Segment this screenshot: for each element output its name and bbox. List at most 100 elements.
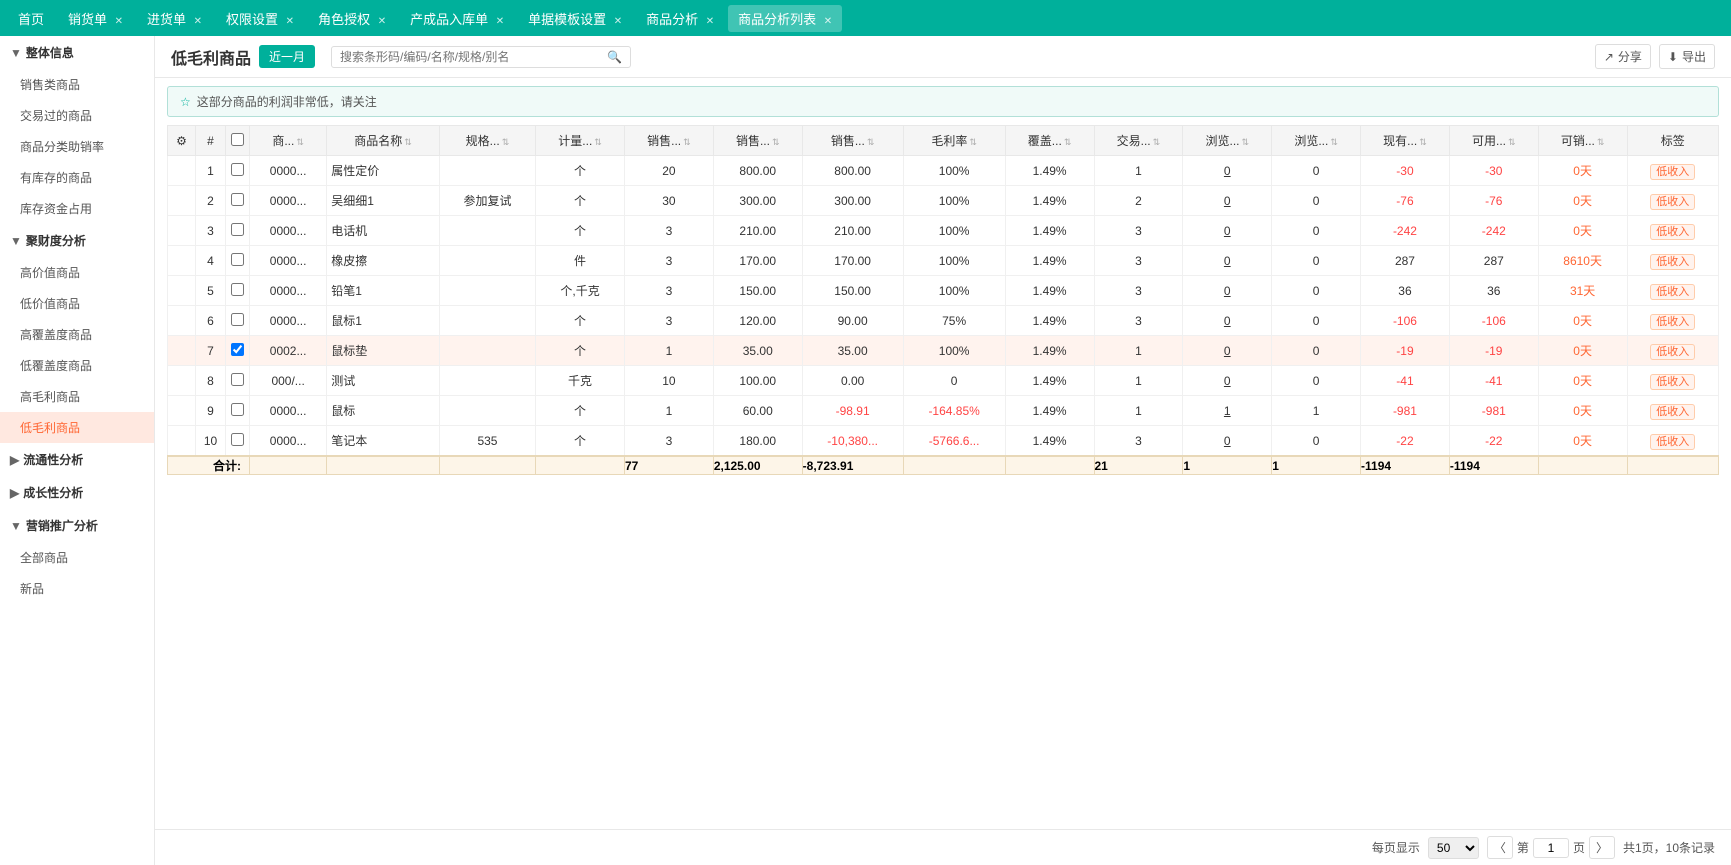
row-checkbox-7[interactable] xyxy=(231,373,244,386)
row-checkbox-5[interactable] xyxy=(231,313,244,326)
col-cover-rate[interactable]: 覆盖...⇅ xyxy=(1005,126,1094,156)
cell-browse1-2[interactable]: 0 xyxy=(1183,216,1272,246)
col-settings[interactable]: ⚙ xyxy=(168,126,196,156)
col-current-stock[interactable]: 现有...⇅ xyxy=(1361,126,1450,156)
row-checkbox-2[interactable] xyxy=(231,223,244,236)
col-check[interactable] xyxy=(226,126,250,156)
search-icon[interactable]: 🔍 xyxy=(607,50,622,64)
col-saleable[interactable]: 可销...⇅ xyxy=(1538,126,1627,156)
per-page-select[interactable]: 50 100 200 xyxy=(1428,837,1479,859)
row-checkbox-8[interactable] xyxy=(231,403,244,416)
col-trade[interactable]: 交易...⇅ xyxy=(1094,126,1183,156)
col-code[interactable]: 商...⇅ xyxy=(250,126,327,156)
table-container[interactable]: ⚙ # 商...⇅ 商品名称⇅ 规格...⇅ 计量...⇅ 销售...⇅ 销售.… xyxy=(167,125,1719,829)
sidebar-group-overview[interactable]: ▼ 整体信息 xyxy=(0,36,154,69)
nav-item-analysis[interactable]: 商品分析 ✕ xyxy=(636,5,724,32)
col-sales-qty[interactable]: 销售...⇅ xyxy=(624,126,713,156)
sidebar-item-low-coverage[interactable]: 低覆盖度商品 xyxy=(0,350,154,381)
prev-page-btn[interactable]: 〈 xyxy=(1487,836,1513,859)
nav-close-permissions[interactable]: ✕ xyxy=(286,16,294,27)
nav-item-purchase[interactable]: 进货单 ✕ xyxy=(137,5,212,32)
col-sales-amount[interactable]: 销售...⇅ xyxy=(802,126,903,156)
share-button[interactable]: ↗ 分享 xyxy=(1595,44,1651,69)
row-checkbox-6[interactable] xyxy=(231,343,244,356)
col-spec[interactable]: 规格...⇅ xyxy=(439,126,535,156)
nav-close-analysis-list[interactable]: ✕ xyxy=(824,16,832,27)
col-name[interactable]: 商品名称⇅ xyxy=(327,126,440,156)
sidebar-item-in-stock[interactable]: 有库存的商品 xyxy=(0,162,154,193)
nav-item-permissions[interactable]: 权限设置 ✕ xyxy=(216,5,304,32)
sidebar-group-growth[interactable]: ▶ 成长性分析 xyxy=(0,476,154,509)
sidebar-item-capital[interactable]: 库存资金占用 xyxy=(0,193,154,224)
nav-item-home[interactable]: 首页 xyxy=(8,5,54,32)
search-input[interactable] xyxy=(340,50,603,64)
nav-close-products[interactable]: ✕ xyxy=(496,16,504,27)
cell-settings-9 xyxy=(168,426,196,457)
arrow-circulation: ▶ xyxy=(10,453,19,467)
export-button[interactable]: ⬇ 导出 xyxy=(1659,44,1715,69)
cell-browse1-0[interactable]: 0 xyxy=(1183,156,1272,186)
cell-browse1-4[interactable]: 0 xyxy=(1183,276,1272,306)
cell-browse1-3[interactable]: 0 xyxy=(1183,246,1272,276)
sidebar-item-all-goods[interactable]: 全部商品 xyxy=(0,542,154,573)
sidebar-item-category-rate[interactable]: 商品分类助销率 xyxy=(0,131,154,162)
sidebar-item-traded-goods[interactable]: 交易过的商品 xyxy=(0,100,154,131)
cell-browse1-7[interactable]: 0 xyxy=(1183,366,1272,396)
date-filter-btn[interactable]: 近一月 xyxy=(259,45,315,68)
nav-item-roles[interactable]: 角色授权 ✕ xyxy=(308,5,396,32)
cell-check-4[interactable] xyxy=(226,276,250,306)
row-checkbox-3[interactable] xyxy=(231,253,244,266)
cell-check-1[interactable] xyxy=(226,186,250,216)
cell-check-3[interactable] xyxy=(226,246,250,276)
col-browse2[interactable]: 浏览...⇅ xyxy=(1272,126,1361,156)
row-checkbox-1[interactable] xyxy=(231,193,244,206)
col-available[interactable]: 可用...⇅ xyxy=(1449,126,1538,156)
cell-tag-6: 低收入 xyxy=(1627,336,1718,366)
cell-check-6[interactable] xyxy=(226,336,250,366)
sidebar-item-high-coverage[interactable]: 高覆盖度商品 xyxy=(0,319,154,350)
cell-browse1-8[interactable]: 1 xyxy=(1183,396,1272,426)
nav-item-templates[interactable]: 单据模板设置 ✕ xyxy=(518,5,632,32)
cell-tag-0: 低收入 xyxy=(1627,156,1718,186)
cell-browse1-1[interactable]: 0 xyxy=(1183,186,1272,216)
cell-check-2[interactable] xyxy=(226,216,250,246)
col-unit[interactable]: 计量...⇅ xyxy=(536,126,625,156)
page-input[interactable] xyxy=(1533,838,1569,858)
nav-item-products[interactable]: 产成品入库单 ✕ xyxy=(400,5,514,32)
nav-close-sales[interactable]: ✕ xyxy=(115,16,123,27)
cell-browse1-6[interactable]: 0 xyxy=(1183,336,1272,366)
select-all-checkbox[interactable] xyxy=(231,133,244,146)
nav-close-purchase[interactable]: ✕ xyxy=(194,16,202,27)
sidebar-group-wealth[interactable]: ▼ 聚财度分析 xyxy=(0,224,154,257)
cell-browse1-9[interactable]: 0 xyxy=(1183,426,1272,457)
cell-check-8[interactable] xyxy=(226,396,250,426)
col-gross-rate[interactable]: 毛利率⇅ xyxy=(903,126,1005,156)
sidebar-item-high-margin[interactable]: 高毛利商品 xyxy=(0,381,154,412)
sidebar-item-low-margin[interactable]: 低毛利商品 xyxy=(0,412,154,443)
sidebar-item-high-value[interactable]: 高价值商品 xyxy=(0,257,154,288)
cell-check-9[interactable] xyxy=(226,426,250,457)
nav-close-roles[interactable]: ✕ xyxy=(378,16,386,27)
nav-close-analysis[interactable]: ✕ xyxy=(706,16,714,27)
nav-close-templates[interactable]: ✕ xyxy=(614,16,622,27)
sidebar-item-new-goods[interactable]: 新品 xyxy=(0,573,154,604)
row-checkbox-9[interactable] xyxy=(231,433,244,446)
col-sales-price[interactable]: 销售...⇅ xyxy=(713,126,802,156)
col-browse1[interactable]: 浏览...⇅ xyxy=(1183,126,1272,156)
row-checkbox-0[interactable] xyxy=(231,163,244,176)
cell-check-0[interactable] xyxy=(226,156,250,186)
cell-check-5[interactable] xyxy=(226,306,250,336)
cell-sales-amount-2: 210.00 xyxy=(802,216,903,246)
nav-item-analysis-list[interactable]: 商品分析列表 ✕ xyxy=(728,5,842,32)
sidebar-item-low-value[interactable]: 低价值商品 xyxy=(0,288,154,319)
sidebar-group-marketing[interactable]: ▼ 营销推广分析 xyxy=(0,509,154,542)
sidebar-group-circulation[interactable]: ▶ 流通性分析 xyxy=(0,443,154,476)
sidebar-item-sales-goods[interactable]: 销售类商品 xyxy=(0,69,154,100)
cell-check-7[interactable] xyxy=(226,366,250,396)
cell-browse1-5[interactable]: 0 xyxy=(1183,306,1272,336)
per-page-label: 每页显示 xyxy=(1372,839,1420,856)
cell-cover-rate-4: 1.49% xyxy=(1005,276,1094,306)
nav-item-sales[interactable]: 销货单 ✕ xyxy=(58,5,133,32)
next-page-btn[interactable]: 〉 xyxy=(1589,836,1615,859)
row-checkbox-4[interactable] xyxy=(231,283,244,296)
